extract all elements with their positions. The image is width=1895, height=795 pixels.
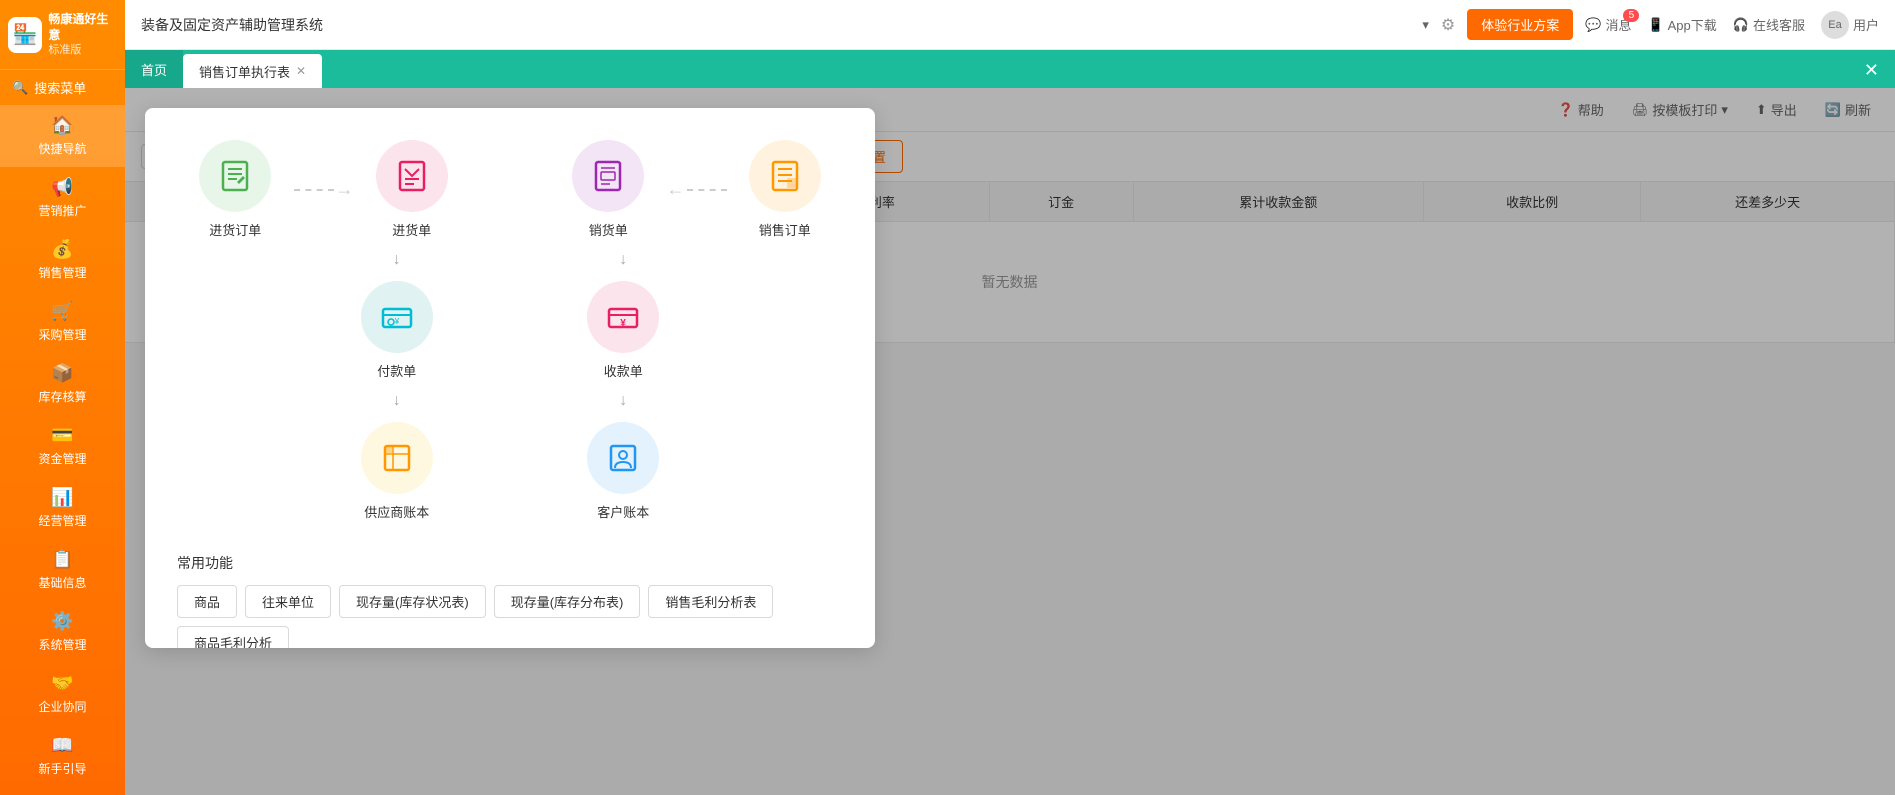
arrow-down-sales: ↓ (550, 247, 697, 273)
trial-button[interactable]: 体验行业方案 (1467, 9, 1573, 40)
sidebar-item-inventory[interactable]: 📦 库存核算 (0, 353, 125, 415)
logo-text: 畅康通好生意 标准版 (48, 12, 117, 57)
topbar: 装备及固定资产辅助管理系统 ▾ ⚙ 体验行业方案 💬 消息 5 📱 App下载 … (125, 0, 1895, 50)
system-title: 装备及固定资产辅助管理系统 (141, 15, 1410, 35)
sales-icon: 💰 (51, 239, 73, 260)
arrow-down-receipt: ↓ (550, 388, 697, 414)
svg-text:¥: ¥ (394, 317, 400, 326)
sidebar: 🏪 畅康通好生意 标准版 🔍 搜索菜单 🏠 快捷导航 📢 营销推广 💰 销售管理… (0, 0, 125, 795)
supplier-account-label: 供应商账本 (364, 502, 429, 521)
basic-info-icon: 📋 (51, 549, 73, 570)
message-btn[interactable]: 💬 消息 5 (1585, 15, 1631, 34)
customer-account-label: 客户账本 (597, 502, 649, 521)
flow-node-purchase-order[interactable]: 进货订单 (177, 132, 294, 247)
payment-bill-label: 付款单 (377, 361, 416, 380)
sidebar-item-quick-nav[interactable]: 🏠 快捷导航 (0, 105, 125, 167)
func-buttons-row1: 商品 往来单位 现存量(库存状况表) 现存量(库存分布表) 销售毛利分析表 商品… (177, 585, 843, 648)
sidebar-item-operations[interactable]: 📊 经营管理 (0, 477, 125, 539)
sales-bill-label: 销货单 (589, 220, 628, 239)
quick-nav-modal: 进货订单 → 进货单 (145, 108, 875, 648)
flow-node-receipt-bill[interactable]: ¥ 收款单 (550, 273, 697, 388)
message-badge: 5 (1623, 9, 1639, 22)
online-service-btn[interactable]: 🎧 在线客服 (1733, 15, 1805, 34)
flow-node-supplier-account[interactable]: 供应商账本 (324, 414, 471, 529)
app-icon: 📱 (1647, 17, 1663, 33)
supplier-circle (361, 422, 433, 494)
flow-node-sales-bill[interactable]: 销货单 (550, 132, 667, 247)
tabbar: 首页 销售订单执行表 ✕ ✕ (125, 50, 1895, 88)
common-functions: 常用功能 商品 往来单位 现存量(库存状况表) 现存量(库存分布表) 销售毛利分… (177, 553, 843, 648)
func-btn-product[interactable]: 商品 (177, 585, 237, 618)
search-icon: 🔍 (12, 80, 28, 96)
sales-order-label: 销售订单 (759, 220, 811, 239)
svg-text:¥: ¥ (620, 318, 626, 329)
flow-node-sales-order[interactable]: 销售订单 (727, 132, 844, 247)
logo-icon: 🏪 (8, 17, 42, 53)
arrow-down-payment: ↓ (324, 388, 471, 414)
sidebar-logo: 🏪 畅康通好生意 标准版 (0, 0, 125, 70)
sidebar-item-basic-info[interactable]: 📋 基础信息 (0, 539, 125, 601)
arrow-purchase-to-bill: → (294, 179, 354, 200)
home-icon: 🏠 (51, 115, 73, 136)
arrow-down-purchase: ↓ (324, 247, 471, 273)
topbar-icons: 💬 消息 5 📱 App下载 🎧 在线客服 Ea 用户 (1585, 11, 1879, 39)
message-icon: 💬 (1585, 17, 1601, 33)
sidebar-item-purchase[interactable]: 🛒 采购管理 (0, 291, 125, 353)
service-icon: 🎧 (1733, 17, 1749, 33)
search-menu[interactable]: 🔍 搜索菜单 (0, 70, 125, 105)
app-download-btn[interactable]: 📱 App下载 (1647, 15, 1716, 34)
modal-body: 进货订单 → 进货单 (145, 108, 875, 648)
purchase-order-circle (199, 140, 271, 212)
tab-sales-order-exec[interactable]: 销售订单执行表 ✕ (183, 54, 322, 88)
sidebar-item-system[interactable]: ⚙️ 系统管理 (0, 601, 125, 663)
purchase-icon: 🛒 (51, 301, 73, 322)
sidebar-item-guide[interactable]: 📖 新手引导 (0, 725, 125, 787)
guide-icon: 📖 (51, 735, 73, 756)
func-btn-product-margin[interactable]: 商品毛利分析 (177, 626, 289, 648)
finance-icon: 💳 (51, 425, 73, 446)
func-btn-stock-status[interactable]: 现存量(库存状况表) (339, 585, 486, 618)
user-menu[interactable]: Ea 用户 (1821, 11, 1879, 39)
avatar: Ea (1821, 11, 1849, 39)
system-dropdown[interactable]: ▾ (1422, 17, 1429, 33)
payment-circle: ¥ (361, 281, 433, 353)
receipt-bill-label: 收款单 (604, 361, 643, 380)
purchase-bill-label: 进货单 (392, 220, 431, 239)
common-functions-title: 常用功能 (177, 553, 843, 573)
sidebar-item-marketing[interactable]: 📢 营销推广 (0, 167, 125, 229)
arrow-sales-order-to-bill: ← (667, 179, 727, 200)
sidebar-nav: 🏠 快捷导航 📢 营销推广 💰 销售管理 🛒 采购管理 📦 库存核算 💳 资金管… (0, 105, 125, 795)
purchase-bill-circle (376, 140, 448, 212)
flow-node-purchase-bill[interactable]: 进货单 (354, 132, 471, 247)
modal-overlay[interactable]: 进货订单 → 进货单 (125, 88, 1895, 795)
sidebar-item-finance[interactable]: 💳 资金管理 (0, 415, 125, 477)
func-btn-sales-margin[interactable]: 销售毛利分析表 (648, 585, 773, 618)
flow-node-customer-account[interactable]: 客户账本 (550, 414, 697, 529)
inventory-icon: 📦 (51, 363, 73, 384)
system-icon: ⚙️ (51, 611, 73, 632)
customer-circle (587, 422, 659, 494)
sidebar-item-enterprise[interactable]: 🤝 企业协同 (0, 663, 125, 725)
tab-close-icon[interactable]: ✕ (296, 64, 306, 78)
tab-home[interactable]: 首页 (125, 50, 183, 88)
enterprise-icon: 🤝 (51, 673, 73, 694)
flow-node-payment-bill[interactable]: ¥ 付款单 (324, 273, 471, 388)
dropdown-arrow-icon: ▾ (1422, 17, 1429, 33)
sidebar-item-sales[interactable]: 💰 销售管理 (0, 229, 125, 291)
receipt-circle: ¥ (587, 281, 659, 353)
modal-close-topright[interactable]: ✕ (1864, 60, 1879, 81)
operations-icon: 📊 (51, 487, 73, 508)
sales-bill-circle (572, 140, 644, 212)
marketing-icon: 📢 (51, 177, 73, 198)
func-btn-contacts[interactable]: 往来单位 (245, 585, 331, 618)
sales-order-circle (749, 140, 821, 212)
gear-icon[interactable]: ⚙ (1441, 15, 1455, 35)
func-btn-stock-dist[interactable]: 现存量(库存分布表) (494, 585, 641, 618)
purchase-order-label: 进货订单 (209, 220, 261, 239)
